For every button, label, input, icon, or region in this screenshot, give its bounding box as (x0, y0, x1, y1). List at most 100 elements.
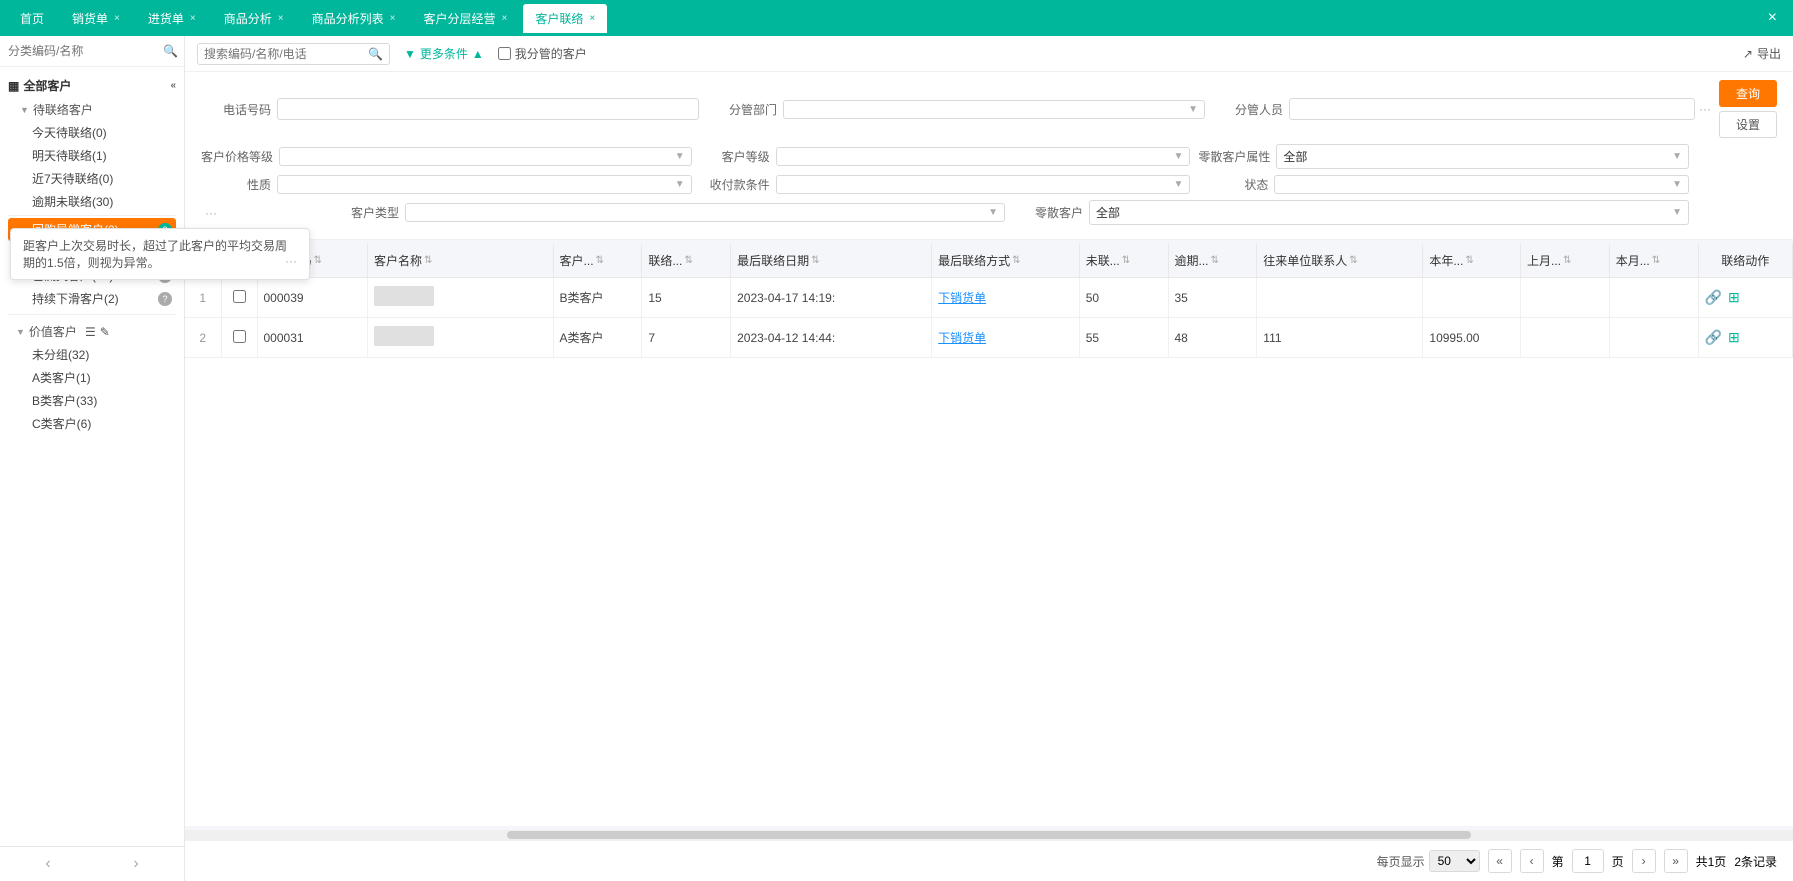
price-level-select[interactable]: ▼ (279, 147, 692, 166)
nav-item-customer-contact[interactable]: 客户联络 × (523, 4, 607, 33)
code-sort-icon[interactable]: ⇅ (314, 255, 322, 266)
query-button[interactable]: 查询 (1719, 80, 1777, 107)
method-sort-icon[interactable]: ⇅ (1012, 255, 1020, 266)
row4-ellipsis[interactable]: ··· (201, 206, 221, 220)
filter-dept-field: 分管部门 ▼ (707, 100, 1205, 119)
action-link-icon[interactable]: 🔗 (1705, 289, 1722, 306)
tooltip-close-icon[interactable]: ··· (285, 254, 297, 268)
phone-input[interactable] (277, 98, 699, 120)
name-sort-icon[interactable]: ⇅ (424, 255, 432, 266)
customer-type-select[interactable]: ▼ (405, 203, 1005, 222)
dept-label: 分管部门 (707, 101, 777, 118)
this-year-sort-icon[interactable]: ⇅ (1465, 255, 1473, 266)
nav-item-sales[interactable]: 销货单 × (60, 4, 132, 33)
retail-attr-select[interactable]: 全部 ▼ (1276, 144, 1689, 169)
sidebar-item-ungrouped[interactable]: 未分组(32) (8, 343, 176, 366)
nav-item-purchase[interactable]: 进货单 × (136, 4, 208, 33)
last-page-button[interactable]: » (1664, 849, 1688, 873)
row-this-month (1609, 318, 1698, 358)
row-code: 000039 (257, 278, 367, 318)
nature-select[interactable]: ▼ (277, 175, 692, 194)
dept-select[interactable]: ▼ (783, 100, 1205, 119)
declining-help-icon[interactable]: ? (158, 292, 172, 306)
row-overdue: 35 (1168, 278, 1257, 318)
nav-item-customer-tier[interactable]: 客户分层经营 × (411, 4, 519, 33)
first-page-button[interactable]: « (1488, 849, 1512, 873)
sidebar-collapse-icon[interactable]: « (170, 80, 176, 91)
sidebar-search-input[interactable] (8, 44, 163, 58)
overdue-sort-icon[interactable]: ⇅ (1211, 255, 1219, 266)
sidebar-item-c-class[interactable]: C类客户(6) (8, 412, 176, 435)
not-contacted-sort-icon[interactable]: ⇅ (1122, 255, 1130, 266)
per-page-select[interactable]: 50 100 200 (1429, 850, 1480, 872)
scroll-thumb[interactable] (507, 831, 1472, 839)
nav-close-customer-contact[interactable]: × (589, 13, 595, 24)
th-last-month: 上月...⇅ (1520, 244, 1609, 278)
sidebar-item-declining[interactable]: 持续下滑客户(2) ? (8, 287, 176, 310)
more-conditions-button[interactable]: ▼ 更多条件 ▲ (398, 42, 490, 65)
action-link-icon[interactable]: 🔗 (1705, 329, 1722, 346)
sidebar-next-btn[interactable]: › (92, 851, 180, 877)
sidebar-item-overdue[interactable]: 逾期未联络(30) (8, 190, 176, 213)
row-this-month (1609, 278, 1698, 318)
status-select[interactable]: ▼ (1274, 175, 1689, 194)
manager-label: 分管人员 (1213, 101, 1283, 118)
sidebar: 🔍 ▦ 全部客户 « ▼ 待联络客户 今天待联络(0) 明天待联络(1) (0, 36, 185, 881)
sidebar-prev-btn[interactable]: ‹ (4, 851, 92, 877)
sidebar-item-7days[interactable]: 近7天待联络(0) (8, 167, 176, 190)
status-chevron-icon: ▼ (1672, 179, 1682, 190)
table-row: 1 000039 B类客户 15 2023-04-17 14:19: 下销货单 … (185, 278, 1793, 318)
date-sort-icon[interactable]: ⇅ (811, 255, 819, 266)
last-month-sort-icon[interactable]: ⇅ (1563, 255, 1571, 266)
nav-close-purchase[interactable]: × (190, 13, 196, 24)
all-customers-header[interactable]: ▦ 全部客户 « (8, 73, 176, 98)
prev-page-button[interactable]: ‹ (1520, 849, 1544, 873)
pending-contact-group[interactable]: ▼ 待联络客户 (8, 98, 176, 121)
row-select-checkbox[interactable] (233, 290, 246, 303)
contact-person-sort-icon[interactable]: ⇅ (1349, 255, 1357, 266)
settings-button[interactable]: 设置 (1719, 111, 1777, 138)
sidebar-item-tomorrow[interactable]: 明天待联络(1) (8, 144, 176, 167)
nav-close-goods-analysis[interactable]: × (278, 13, 284, 24)
close-all-tabs-button[interactable]: × (1760, 5, 1785, 31)
export-button[interactable]: ↗ 导出 (1743, 45, 1781, 62)
filter-customer-type-field: 客户类型 ▼ (329, 203, 1005, 222)
tooltip-text: 距客户上次交易时长，超过了此客户的平均交易周期的1.5倍，则视为异常。 (23, 239, 287, 270)
page-number-input[interactable] (1572, 849, 1604, 873)
sidebar-search-icon[interactable]: 🔍 (163, 44, 178, 58)
row-last-month (1520, 278, 1609, 318)
this-month-sort-icon[interactable]: ⇅ (1652, 255, 1660, 266)
last-method-link[interactable]: 下销货单 (938, 291, 986, 305)
sidebar-item-b-class[interactable]: B类客户(33) (8, 389, 176, 412)
sidebar-item-a-class[interactable]: A类客户(1) (8, 366, 176, 389)
search-icon[interactable]: 🔍 (368, 47, 383, 61)
sidebar-item-today[interactable]: 今天待联络(0) (8, 121, 176, 144)
manager-input[interactable] (1289, 98, 1695, 120)
payment-select[interactable]: ▼ (776, 175, 1191, 194)
action-grid-icon[interactable]: ⊞ (1728, 289, 1740, 306)
action-grid-icon[interactable]: ⊞ (1728, 329, 1740, 346)
type-sort-icon[interactable]: ⇅ (596, 255, 604, 266)
nav-item-goods-analysis-list[interactable]: 商品分析列表 × (300, 4, 408, 33)
customer-level-select[interactable]: ▼ (776, 147, 1191, 166)
nav-close-sales[interactable]: × (114, 13, 120, 24)
horizontal-scrollbar[interactable] (185, 830, 1793, 840)
search-input[interactable] (204, 47, 364, 61)
nav-close-customer-tier[interactable]: × (501, 13, 507, 24)
nav-item-home[interactable]: 首页 (8, 4, 56, 33)
next-page-button[interactable]: › (1632, 849, 1656, 873)
contact-sort-icon[interactable]: ⇅ (684, 255, 692, 266)
manager-dots-icon[interactable]: ··· (1699, 102, 1711, 116)
row-select-checkbox[interactable] (233, 330, 246, 343)
nav-item-goods-analysis[interactable]: 商品分析 × (212, 4, 296, 33)
retail-customer-select[interactable]: 全部 ▼ (1089, 200, 1689, 225)
retail-customer-value: 全部 (1096, 204, 1120, 221)
filter-customer-level-field: 客户等级 ▼ (700, 147, 1191, 166)
filter-icon: ▼ (404, 47, 416, 61)
my-customers-checkbox[interactable] (498, 47, 511, 60)
value-customers-group: ▼ 价值客户 ☰ ✎ (8, 319, 176, 343)
nav-close-goods-analysis-list[interactable]: × (390, 13, 396, 24)
value-edit-icon[interactable]: ✎ (100, 325, 110, 339)
last-method-link[interactable]: 下销货单 (938, 331, 986, 345)
value-grid-icon[interactable]: ☰ (85, 325, 96, 339)
